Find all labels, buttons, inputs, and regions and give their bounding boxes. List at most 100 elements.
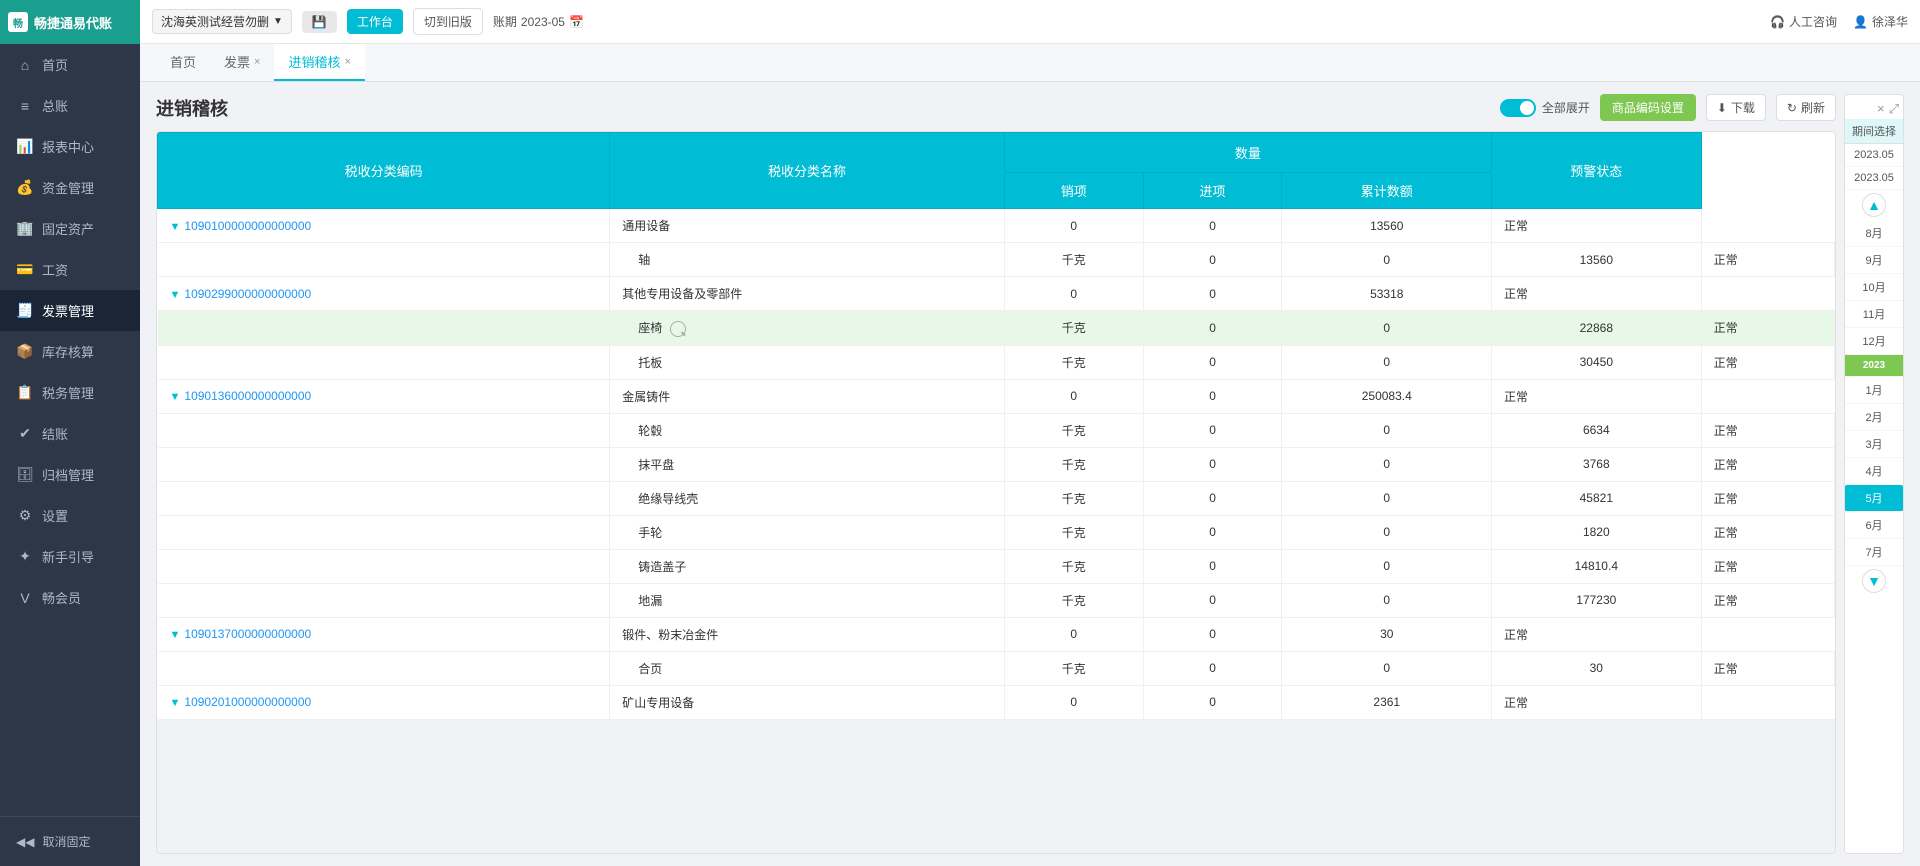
row-name: 绝缘导线壳 — [610, 481, 1005, 515]
scroll-up-button[interactable]: ▲ — [1862, 193, 1886, 217]
row-unit: 千克 — [1004, 345, 1143, 379]
sidebar-item-member[interactable]: V 畅会员 — [0, 577, 140, 618]
expand-icon[interactable]: ▼ — [170, 697, 181, 709]
sidebar-item-assets[interactable]: 🏢 固定资产 — [0, 208, 140, 249]
toggle-track[interactable] — [1500, 99, 1536, 117]
row-total: 13560 — [1282, 209, 1492, 243]
month-8[interactable]: 8月 — [1845, 220, 1903, 247]
account-period: 账期 2023-05 📅 — [493, 13, 584, 30]
row-code — [158, 413, 610, 447]
settings-icon: ⚙ — [16, 507, 34, 524]
expand-icon[interactable]: ▼ — [170, 629, 181, 641]
sidebar-item-settings[interactable]: ⚙ 设置 — [0, 495, 140, 536]
expand-icon[interactable]: ▼ — [170, 289, 181, 301]
sidebar-item-reports[interactable]: 📊 报表中心 — [0, 126, 140, 167]
tab-home[interactable]: 首页 — [156, 44, 210, 81]
row-unit: 千克 — [1004, 651, 1143, 685]
row-purchase: 0 — [1282, 345, 1492, 379]
col-tax-code: 税收分类编码 — [158, 133, 610, 209]
tab-reconcile-close[interactable]: × — [344, 56, 350, 68]
month-4[interactable]: 4月 — [1845, 458, 1903, 485]
main-area: 沈海英测试经营勿删 ▼ 💾 工作台 切到旧版 账期 2023-05 📅 🎧 人工… — [140, 0, 1920, 866]
unpin-button[interactable]: ◀◀ 取消固定 — [0, 825, 140, 858]
sidebar: 畅 畅捷通易代账 ⌂ 首页 ≡ 总账 📊 报表中心 💰 资金管理 🏢 固定资产 … — [0, 0, 140, 866]
table-row: 轮毂 千克 0 0 6634 正常 — [158, 413, 1835, 447]
user-profile[interactable]: 👤 徐泽华 — [1853, 13, 1908, 30]
row-sales: 0 — [1143, 583, 1282, 617]
row-purchase: 0 — [1143, 685, 1282, 719]
period-item-2-label: 2023.05 — [1854, 172, 1894, 184]
sidebar-item-inventory[interactable]: 📦 库存核算 — [0, 331, 140, 372]
sidebar-label-salary: 工资 — [42, 260, 68, 279]
sidebar-item-funds[interactable]: 💰 资金管理 — [0, 167, 140, 208]
company-selector[interactable]: 沈海英测试经营勿删 ▼ — [152, 9, 292, 34]
tax-icon: 📋 — [16, 384, 34, 401]
month-9[interactable]: 9月 — [1845, 247, 1903, 274]
invoices-icon: 🧾 — [16, 302, 34, 319]
row-unit: 千克 — [1004, 413, 1143, 447]
month-12[interactable]: 12月 — [1845, 328, 1903, 355]
close-panel-icon[interactable]: × — [1877, 101, 1885, 117]
workbench-button[interactable]: 工作台 — [347, 9, 403, 34]
expand-icon[interactable]: ▼ — [170, 221, 181, 233]
sidebar-item-home[interactable]: ⌂ 首页 — [0, 44, 140, 85]
scroll-down-button[interactable]: ▼ — [1862, 569, 1886, 593]
support-label: 人工咨询 — [1789, 13, 1837, 30]
sidebar-item-archive[interactable]: 🗄 归档管理 — [0, 454, 140, 495]
sidebar-item-settle[interactable]: ✔ 结账 — [0, 413, 140, 454]
col-warning: 预警状态 — [1492, 133, 1702, 209]
month-10[interactable]: 10月 — [1845, 274, 1903, 301]
expand-icon[interactable]: ▼ — [170, 391, 181, 403]
col-quantity-group: 数量 — [1004, 133, 1491, 173]
switch-version-button[interactable]: 切到旧版 — [413, 8, 483, 35]
row-purchase: 0 — [1282, 549, 1492, 583]
sidebar-label-home: 首页 — [42, 55, 68, 74]
sidebar-item-ledger[interactable]: ≡ 总账 — [0, 85, 140, 126]
calendar-icon[interactable]: 📅 — [569, 15, 584, 29]
month-2[interactable]: 2月 — [1845, 404, 1903, 431]
month-11[interactable]: 11月 — [1845, 301, 1903, 328]
row-name: 手轮 — [610, 515, 1005, 549]
tabs-bar: 首页 发票 × 进销稽核 × — [140, 44, 1920, 82]
expand-toggle[interactable]: 全部展开 — [1500, 99, 1590, 117]
row-unit: 千克 — [1004, 243, 1143, 277]
sidebar-item-guide[interactable]: ✦ 新手引导 — [0, 536, 140, 577]
tab-invoices[interactable]: 发票 × — [210, 44, 274, 81]
tab-invoices-close[interactable]: × — [254, 56, 260, 68]
month-1[interactable]: 1月 — [1845, 377, 1903, 404]
month-3[interactable]: 3月 — [1845, 431, 1903, 458]
download-label: 下载 — [1731, 99, 1755, 116]
sidebar-item-tax[interactable]: 📋 税务管理 — [0, 372, 140, 413]
period-item-1[interactable]: 2023.05 — [1845, 144, 1903, 167]
row-code: ▼1090299000000000000 — [158, 277, 610, 311]
save-button[interactable]: 💾 — [302, 11, 337, 33]
header-actions: 全部展开 商品编码设置 ⬇ 下载 ↻ 刷新 — [1500, 94, 1836, 121]
month-5[interactable]: 5月 — [1845, 485, 1903, 512]
product-code-button[interactable]: 商品编码设置 — [1600, 94, 1696, 121]
col-tax-name: 税收分类名称 — [610, 133, 1005, 209]
sidebar-item-invoices[interactable]: 🧾 发票管理 — [0, 290, 140, 331]
table-row: 地漏 千克 0 0 177230 正常 — [158, 583, 1835, 617]
month-6[interactable]: 6月 — [1845, 512, 1903, 539]
expand-panel-icon[interactable]: ⤢ — [1889, 101, 1899, 117]
logo-icon: 畅 — [8, 12, 28, 32]
tab-reconcile[interactable]: 进销稽核 × — [274, 44, 364, 81]
support-link[interactable]: 🎧 人工咨询 — [1770, 13, 1837, 30]
row-sales: 0 — [1143, 243, 1282, 277]
row-total: 177230 — [1492, 583, 1702, 617]
download-button[interactable]: ⬇ 下载 — [1706, 94, 1766, 121]
refresh-button[interactable]: ↻ 刷新 — [1776, 94, 1836, 121]
tab-invoices-label: 发票 — [224, 52, 250, 71]
month-7[interactable]: 7月 — [1845, 539, 1903, 566]
row-code — [158, 515, 610, 549]
row-status: 正常 — [1492, 685, 1702, 719]
row-purchase: 0 — [1143, 209, 1282, 243]
row-purchase: 0 — [1282, 447, 1492, 481]
search-icon[interactable] — [670, 321, 686, 337]
sidebar-label-funds: 资金管理 — [42, 178, 94, 197]
period-item-2[interactable]: 2023.05 — [1845, 167, 1903, 190]
page-header: 进销稽核 全部展开 商品编码设置 ⬇ 下载 ↻ 刷 — [156, 94, 1836, 121]
row-purchase: 0 — [1282, 311, 1492, 346]
sidebar-item-salary[interactable]: 💳 工资 — [0, 249, 140, 290]
user-name: 徐泽华 — [1872, 13, 1908, 30]
